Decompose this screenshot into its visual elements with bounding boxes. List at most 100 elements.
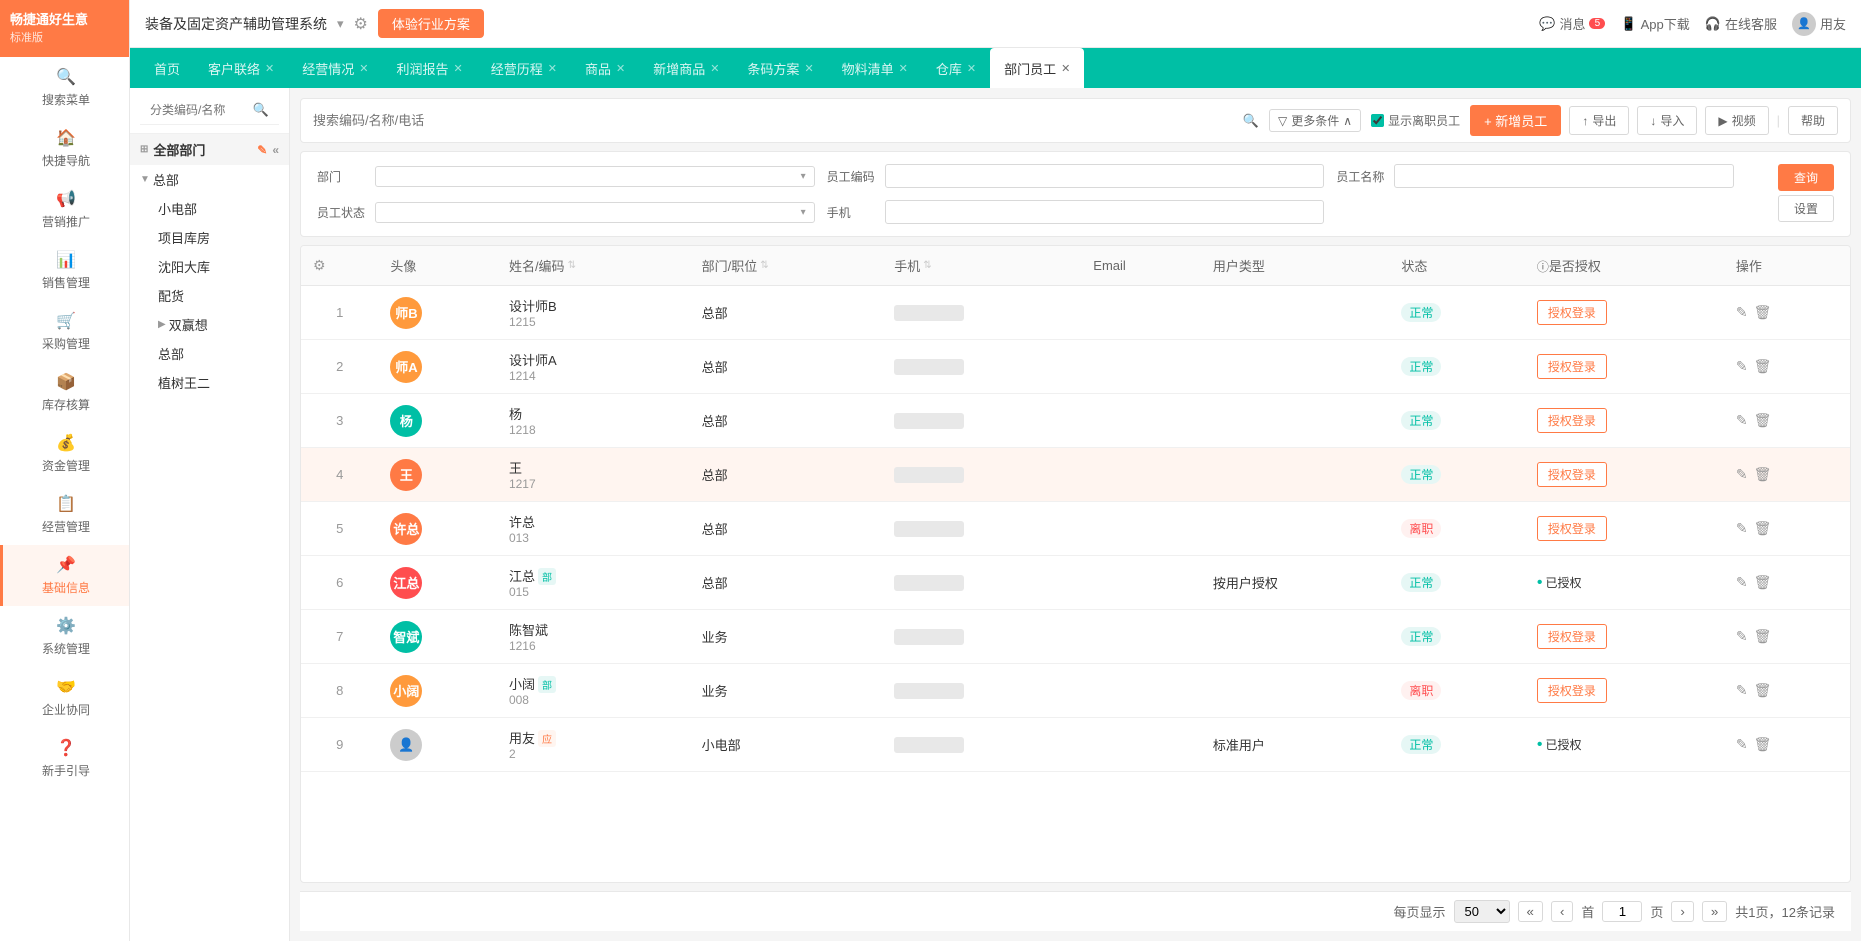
search-btn-icon[interactable]: 🔍 bbox=[1243, 113, 1259, 129]
sidebar-item-inventory[interactable]: 📦 库存核算 bbox=[0, 362, 129, 423]
help-btn[interactable]: 帮助 bbox=[1788, 106, 1838, 135]
close-icon[interactable]: ✕ bbox=[616, 62, 625, 75]
online-service-btn[interactable]: 🎧 在线客服 bbox=[1705, 14, 1777, 33]
sidebar-item-basicinfo[interactable]: 📌 基础信息 bbox=[0, 545, 129, 606]
video-btn[interactable]: ▶ 视频 bbox=[1705, 106, 1768, 135]
show-resigned-checkbox[interactable]: 显示离职员工 bbox=[1371, 112, 1460, 129]
edit-btn[interactable]: ✎ bbox=[1736, 412, 1748, 429]
import-btn[interactable]: ↓ 导入 bbox=[1637, 106, 1697, 135]
delete-btn[interactable]: 🗑 bbox=[1754, 574, 1772, 591]
page-size-select[interactable]: 50 20 100 bbox=[1454, 900, 1510, 923]
delete-btn[interactable]: 🗑 bbox=[1754, 412, 1772, 429]
tab-warehouse[interactable]: 仓库 ✕ bbox=[922, 48, 990, 88]
settings-icon[interactable]: ⚙ bbox=[313, 257, 326, 273]
sidebar-item-sales[interactable]: 📊 销售管理 bbox=[0, 240, 129, 301]
user-menu[interactable]: 👤 用友 bbox=[1792, 12, 1846, 36]
dept-item[interactable]: 沈阳大库 bbox=[130, 252, 289, 281]
app-download-btn[interactable]: 📱 App下载 bbox=[1620, 14, 1689, 33]
phone-input[interactable] bbox=[885, 200, 1325, 224]
close-icon[interactable]: ✕ bbox=[265, 62, 274, 75]
experience-btn[interactable]: 体验行业方案 bbox=[378, 9, 484, 38]
tab-customer[interactable]: 客户联络 ✕ bbox=[194, 48, 288, 88]
col-dept[interactable]: 部门/职位⇅ bbox=[690, 246, 883, 286]
dept-all-btn[interactable]: ⊞ 全部部门 ✎ « bbox=[130, 134, 289, 165]
edit-btn[interactable]: ✎ bbox=[1736, 466, 1748, 483]
dept-item[interactable]: 配货 bbox=[130, 281, 289, 310]
message-btn[interactable]: 💬 消息 5 bbox=[1539, 14, 1605, 33]
col-name[interactable]: 姓名/编码⇅ bbox=[497, 246, 690, 286]
delete-btn[interactable]: 🗑 bbox=[1754, 682, 1772, 699]
sidebar-item-nav[interactable]: 🏠 快捷导航 bbox=[0, 118, 129, 179]
close-icon[interactable]: ✕ bbox=[899, 62, 908, 75]
sidebar-item-system[interactable]: ⚙️ 系统管理 bbox=[0, 606, 129, 667]
sidebar-item-search[interactable]: 🔍 搜索菜单 bbox=[0, 57, 129, 118]
auth-btn[interactable]: 授权登录 bbox=[1537, 300, 1607, 325]
delete-btn[interactable]: 🗑 bbox=[1754, 358, 1772, 375]
dept-item[interactable]: 小电部 bbox=[130, 194, 289, 223]
sidebar-item-guide[interactable]: ❓ 新手引导 bbox=[0, 728, 129, 789]
close-icon[interactable]: ✕ bbox=[967, 62, 976, 75]
page-number-input[interactable] bbox=[1602, 901, 1642, 922]
tab-home[interactable]: 首页 bbox=[140, 48, 194, 88]
show-resigned-input[interactable] bbox=[1371, 114, 1384, 127]
tab-operation[interactable]: 经营情况 ✕ bbox=[288, 48, 382, 88]
sidebar-item-marketing[interactable]: 📢 营销推广 bbox=[0, 179, 129, 240]
auth-btn[interactable]: 授权登录 bbox=[1537, 462, 1607, 487]
close-icon[interactable]: ✕ bbox=[548, 62, 557, 75]
edit-btn[interactable]: ✎ bbox=[1736, 304, 1748, 321]
tab-department[interactable]: 部门员工 ✕ bbox=[990, 48, 1084, 88]
dept-item[interactable]: 项目库房 bbox=[130, 223, 289, 252]
dropdown-icon[interactable]: ▾ bbox=[337, 16, 344, 32]
col-phone[interactable]: 手机⇅ bbox=[882, 246, 1081, 286]
close-icon[interactable]: ✕ bbox=[804, 62, 813, 75]
tab-bom[interactable]: 物料清单 ✕ bbox=[828, 48, 922, 88]
tab-profit[interactable]: 利润报告 ✕ bbox=[382, 48, 476, 88]
sidebar-item-finance[interactable]: 💰 资金管理 bbox=[0, 423, 129, 484]
tab-barcode[interactable]: 条码方案 ✕ bbox=[733, 48, 827, 88]
close-icon[interactable]: ✕ bbox=[454, 62, 463, 75]
auth-btn[interactable]: 授权登录 bbox=[1537, 354, 1607, 379]
edit-btn[interactable]: ✎ bbox=[1736, 520, 1748, 537]
tab-history[interactable]: 经营历程 ✕ bbox=[477, 48, 571, 88]
col-settings[interactable]: ⚙ bbox=[301, 246, 378, 286]
delete-btn[interactable]: 🗑 bbox=[1754, 466, 1772, 483]
auth-btn[interactable]: 授权登录 bbox=[1537, 516, 1607, 541]
dept-item[interactable]: 总部 bbox=[130, 339, 289, 368]
delete-btn[interactable]: 🗑 bbox=[1754, 628, 1772, 645]
dept-select[interactable]: ▾ bbox=[375, 166, 815, 187]
export-btn[interactable]: ↑ 导出 bbox=[1569, 106, 1629, 135]
reset-btn[interactable]: 设置 bbox=[1778, 195, 1834, 222]
close-icon[interactable]: ✕ bbox=[359, 62, 368, 75]
add-employee-btn[interactable]: + 新增员工 bbox=[1470, 105, 1561, 136]
next-page-btn[interactable]: › bbox=[1671, 901, 1693, 922]
query-btn[interactable]: 查询 bbox=[1778, 164, 1834, 191]
edit-btn[interactable]: ✎ bbox=[1736, 682, 1748, 699]
emp-code-input[interactable] bbox=[885, 164, 1325, 188]
last-page-btn[interactable]: » bbox=[1702, 901, 1727, 922]
first-page-btn[interactable]: « bbox=[1518, 901, 1543, 922]
edit-btn[interactable]: ✎ bbox=[1736, 736, 1748, 753]
collapse-icon[interactable]: « bbox=[272, 143, 279, 157]
sidebar-item-collab[interactable]: 🤝 企业协同 bbox=[0, 667, 129, 728]
dept-item[interactable]: ▼ 总部 bbox=[130, 165, 289, 194]
tab-new-goods[interactable]: 新增商品 ✕ bbox=[639, 48, 733, 88]
sidebar-item-purchase[interactable]: 🛒 采购管理 bbox=[0, 301, 129, 362]
dept-item[interactable]: 植树王二 bbox=[130, 368, 289, 397]
close-icon[interactable]: ✕ bbox=[710, 62, 719, 75]
sidebar-item-operations[interactable]: 📋 经营管理 bbox=[0, 484, 129, 545]
prev-page-btn[interactable]: ‹ bbox=[1551, 901, 1573, 922]
edit-dept-icon[interactable]: ✎ bbox=[257, 143, 267, 157]
delete-btn[interactable]: 🗑 bbox=[1754, 520, 1772, 537]
delete-btn[interactable]: 🗑 bbox=[1754, 736, 1772, 753]
filter-more-btn[interactable]: ▽ 更多条件 ∧ bbox=[1269, 109, 1361, 132]
auth-btn[interactable]: 授权登录 bbox=[1537, 624, 1607, 649]
tab-goods[interactable]: 商品 ✕ bbox=[571, 48, 639, 88]
search-input[interactable] bbox=[313, 113, 1233, 128]
edit-btn[interactable]: ✎ bbox=[1736, 574, 1748, 591]
dept-search-input[interactable] bbox=[150, 103, 249, 117]
settings-icon[interactable]: ⚙ bbox=[354, 14, 368, 34]
auth-btn[interactable]: 授权登录 bbox=[1537, 408, 1607, 433]
close-icon[interactable]: ✕ bbox=[1061, 62, 1070, 75]
emp-name-input[interactable] bbox=[1394, 164, 1734, 188]
auth-btn[interactable]: 授权登录 bbox=[1537, 678, 1607, 703]
